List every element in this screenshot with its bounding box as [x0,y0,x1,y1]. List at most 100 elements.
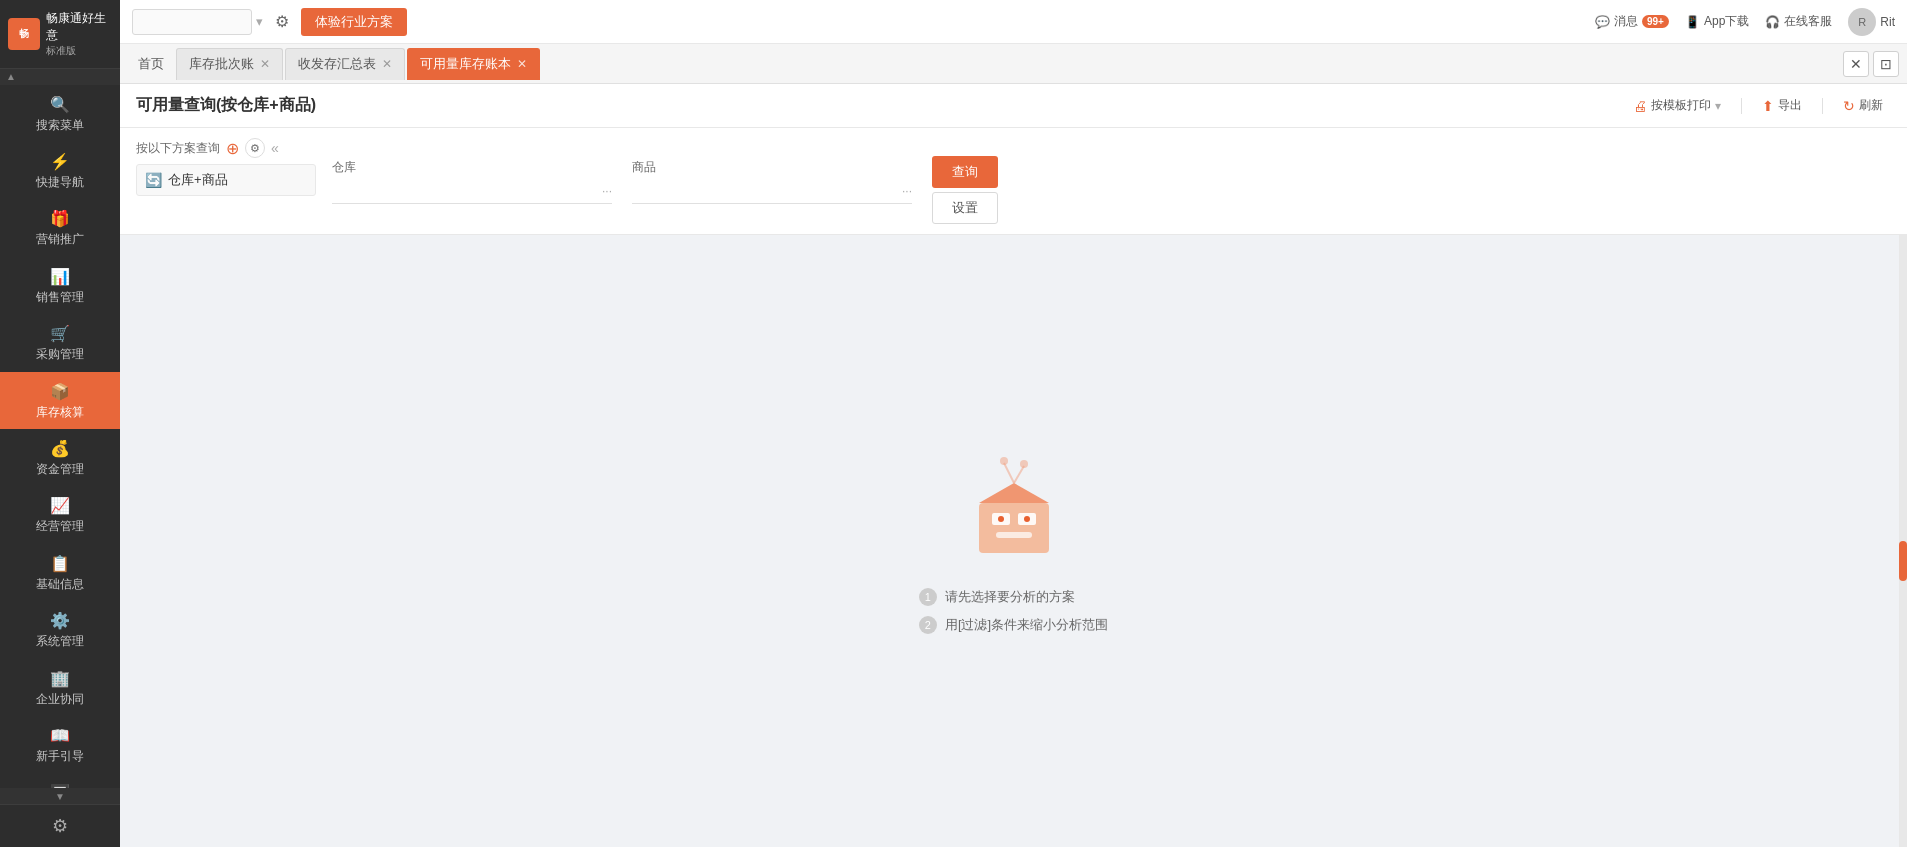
mobile-icon: 📱 [1685,15,1700,29]
avatar-initials: R [1858,16,1866,28]
svg-line-7 [1004,463,1014,483]
tab-available-close[interactable]: ✕ [517,58,527,70]
tab-summary-close[interactable]: ✕ [382,58,392,70]
warehouse-more-icon[interactable]: ··· [602,184,612,198]
scheme-icon: 🔄 [145,172,162,188]
sidebar-item-operation[interactable]: 📈 经营管理 [0,486,120,543]
tip-num-2: 2 [919,616,937,634]
collapse-filter-icon[interactable]: « [271,140,279,156]
tab-summary[interactable]: 收发存汇总表 ✕ [285,48,405,80]
close-tab-button[interactable]: ✕ [1843,51,1869,77]
sidebar-item-finance[interactable]: 💰 资金管理 [0,429,120,486]
tab-home[interactable]: 首页 [128,55,174,73]
sidebar: 畅 畅康通好生意 标准版 ▲ 🔍 搜索菜单 ⚡ 快捷导航 🎁 营销推广 📊 销售… [0,0,120,847]
goods-input-area: ··· [632,180,912,204]
book-icon: 📖 [50,726,70,745]
svg-marker-1 [979,483,1049,503]
svg-rect-4 [996,532,1032,538]
message-area[interactable]: 💬 消息 99+ [1595,13,1669,30]
scroll-up-area: ▲ [0,69,120,85]
box-icon: 📦 [50,382,70,401]
divider2 [1822,98,1823,114]
lightning-icon: ⚡ [50,152,70,171]
sidebar-logo: 畅 [8,18,40,50]
gift-icon: 🎁 [50,209,70,228]
svg-point-10 [1020,460,1028,468]
export-button[interactable]: ⬆ 导出 [1754,93,1810,118]
sidebar-item-inventory[interactable]: 📦 库存核算 [0,372,120,429]
sidebar-item-purchase[interactable]: 🛒 采购管理 [0,314,120,371]
search-input[interactable] [132,9,252,35]
page-actions: 🖨 按模板打印 ▾ ⬆ 导出 ↻ 刷新 [1625,93,1891,118]
filter-settings-button[interactable]: 设置 [932,192,998,224]
sidebar-item-search[interactable]: 🔍 搜索菜单 [0,85,120,142]
sidebar-item-basic[interactable]: 📋 基础信息 [0,544,120,601]
right-scrollbar[interactable] [1899,235,1907,847]
message-icon: 💬 [1595,15,1610,29]
content-area: 1 请先选择要分析的方案 2 用[过滤]条件来缩小分析范围 [120,235,1907,847]
warehouse-label: 仓库 [332,159,612,176]
top-bar-search-area: ▾ [132,9,263,35]
tip-num-1: 1 [919,588,937,606]
expand-tab-button[interactable]: ⊡ [1873,51,1899,77]
svg-point-5 [998,516,1004,522]
print-dropdown-icon[interactable]: ▾ [1715,99,1721,113]
sidebar-brand: 畅康通好生意 标准版 [46,10,112,58]
sidebar-item-appstore[interactable]: 🔲 应用中心 [0,773,120,788]
top-bar-right: 💬 消息 99+ 📱 App下载 🎧 在线客服 R Rit [1595,8,1895,36]
print-button[interactable]: 🖨 按模板打印 ▾ [1625,93,1729,118]
warehouse-input-area: ··· [332,180,612,204]
user-name[interactable]: Rit [1880,15,1895,29]
refresh-button[interactable]: ↻ 刷新 [1835,93,1891,118]
tab-available[interactable]: 可用量库存账本 ✕ [407,48,540,80]
add-scheme-btn[interactable]: ⊕ [226,139,239,158]
query-actions: 查询 设置 [932,156,998,224]
scheme-name: 仓库+商品 [168,171,228,189]
goods-field: 商品 ··· [632,159,912,204]
settings-footer-icon: ⚙ [52,815,68,837]
sidebar-item-marketing[interactable]: 🎁 营销推广 [0,199,120,256]
trial-button[interactable]: 体验行业方案 [301,8,407,36]
warehouse-input[interactable] [332,184,598,199]
list-icon: 📋 [50,554,70,573]
message-badge: 99+ [1642,15,1669,28]
svg-rect-0 [979,503,1049,553]
export-icon: ⬆ [1762,98,1774,114]
sidebar-nav: 🔍 搜索菜单 ⚡ 快捷导航 🎁 营销推广 📊 销售管理 🛒 采购管理 📦 库存核… [0,85,120,788]
settings-scheme-btn[interactable]: ⚙ [245,138,265,158]
dropdown-icon[interactable]: ▾ [256,14,263,29]
scroll-down-area[interactable]: ▼ [0,788,120,804]
online-service-area[interactable]: 🎧 在线客服 [1765,13,1832,30]
sidebar-item-sales[interactable]: 📊 销售管理 [0,257,120,314]
top-bar: ▾ ⚙ 体验行业方案 💬 消息 99+ 📱 App下载 🎧 在线客服 R [120,0,1907,44]
settings-icon[interactable]: ⚙ [271,8,293,35]
sidebar-item-guide[interactable]: 📖 新手引导 [0,716,120,773]
goods-label: 商品 [632,159,912,176]
query-button[interactable]: 查询 [932,156,998,188]
goods-more-icon[interactable]: ··· [902,184,912,198]
headset-icon: 🎧 [1765,15,1780,29]
sidebar-footer[interactable]: ⚙ [0,804,120,847]
sidebar-item-shortcut[interactable]: ⚡ 快捷导航 [0,142,120,199]
svg-point-9 [1000,457,1008,465]
main-content: ▾ ⚙ 体验行业方案 💬 消息 99+ 📱 App下载 🎧 在线客服 R [120,0,1907,847]
user-area[interactable]: R Rit [1848,8,1895,36]
app-download-area[interactable]: 📱 App下载 [1685,13,1749,30]
tab-batch[interactable]: 库存批次账 ✕ [176,48,283,80]
goods-input[interactable] [632,184,898,199]
page-header: 可用量查询(按仓库+商品) 🖨 按模板打印 ▾ ⬆ 导出 ↻ 刷新 [120,84,1907,128]
scroll-down-icon: ▼ [55,791,65,802]
sidebar-item-enterprise[interactable]: 🏢 企业协同 [0,659,120,716]
filter-area: 按以下方案查询 ⊕ ⚙ « 🔄 仓库+商品 仓库 ··· [120,128,1907,235]
filter-scheme-item[interactable]: 🔄 仓库+商品 [136,164,316,196]
svg-point-6 [1024,516,1030,522]
search-icon: 🔍 [50,95,70,114]
tab-batch-close[interactable]: ✕ [260,58,270,70]
sidebar-item-system[interactable]: ⚙️ 系统管理 [0,601,120,658]
trend-icon: 📈 [50,496,70,515]
filter-scheme-area: 按以下方案查询 ⊕ ⚙ « 🔄 仓库+商品 [136,138,316,196]
scroll-up-icon[interactable]: ▲ [4,69,18,84]
cart-icon: 🛒 [50,324,70,343]
chart-icon: 📊 [50,267,70,286]
money-icon: 💰 [50,439,70,458]
